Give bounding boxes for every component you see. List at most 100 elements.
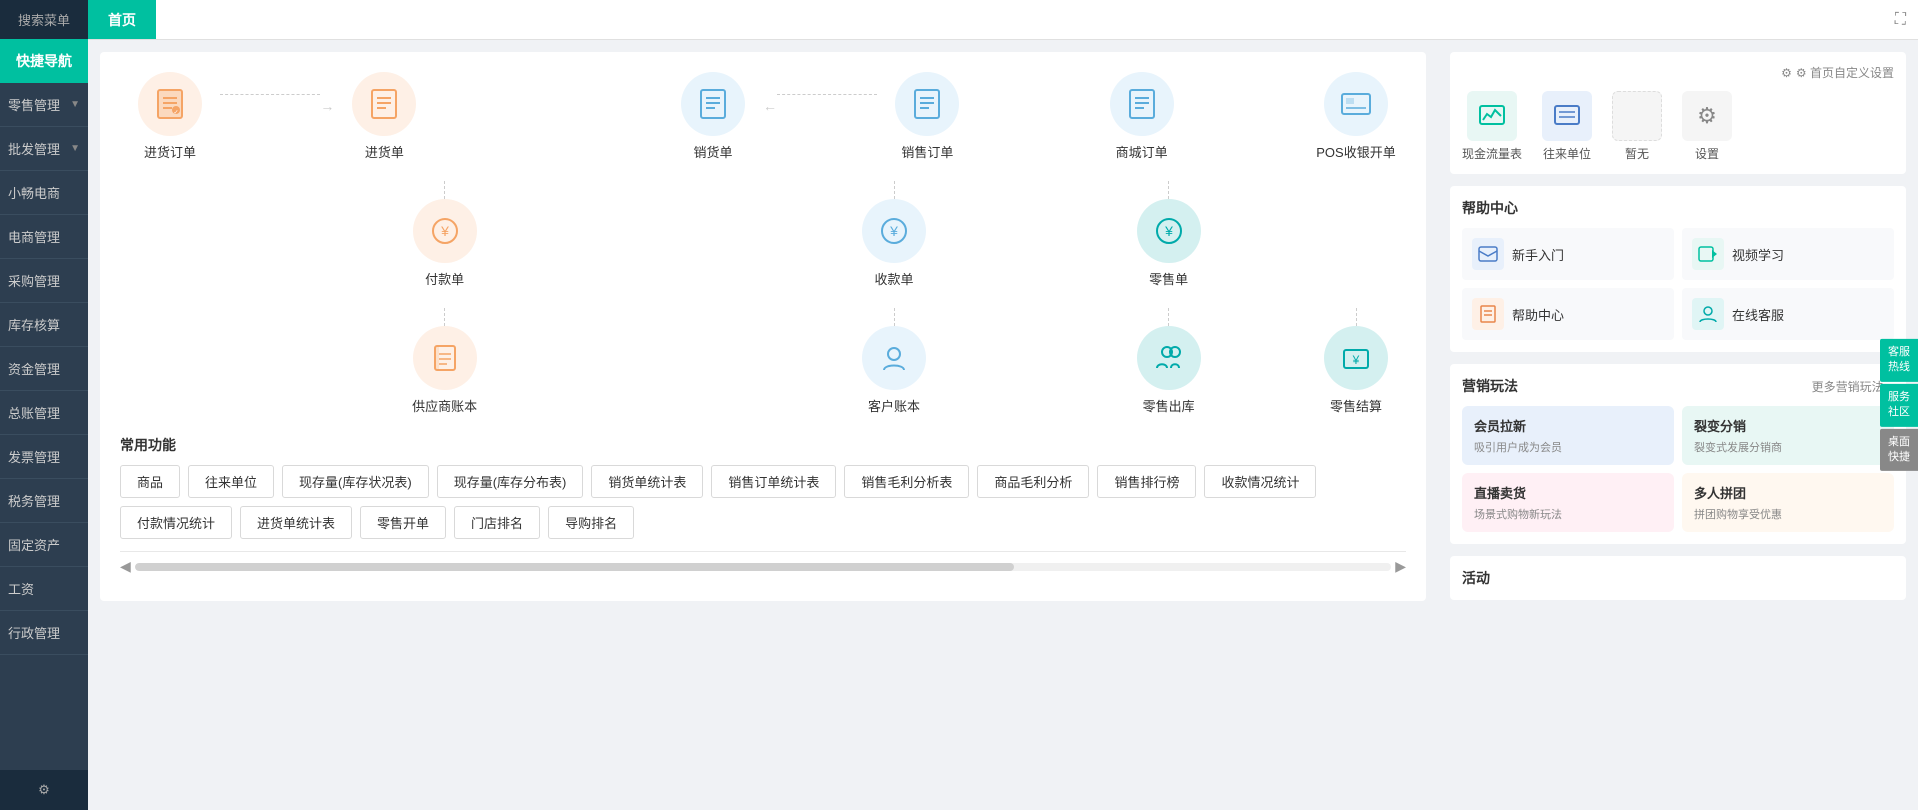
marketing-fission[interactable]: 裂变分销 裂变式发展分销商 [1682,406,1894,465]
btn-store-rank[interactable]: 门店排名 [454,506,540,539]
marketing-member-title: 会员拉新 [1474,416,1662,435]
btn-receipt-stat[interactable]: 收款情况统计 [1204,465,1316,498]
quick-icon-partner[interactable]: 往来单位 [1542,91,1592,162]
flow-node-purchase-order[interactable]: ✓ 进货订单 [120,72,220,161]
sidebar-nav[interactable]: 快捷导航 [0,39,88,83]
activity-card: 活动 [1450,556,1906,600]
marketing-fission-sub: 裂变式发展分销商 [1694,439,1882,455]
supplier-col: 供应商账本 [395,308,495,415]
content-area: ✓ 进货订单 → [88,40,1918,810]
flow-card: ✓ 进货订单 → [100,52,1426,601]
btn-sales-rank[interactable]: 销售排行榜 [1097,465,1196,498]
help-item-center[interactable]: 帮助中心 [1462,288,1674,340]
sidebar-item-retail[interactable]: 零售管理▼ [0,83,88,127]
float-btn-service[interactable]: 客服热线 [1880,339,1918,382]
btn-payment-stat[interactable]: 付款情况统计 [120,506,232,539]
topbar: 首页 ⛶ [88,0,1918,40]
main-panel: ✓ 进货订单 → [88,40,1438,810]
common-functions-title: 常用功能 [120,435,1406,455]
marketing-group-sub: 拼团购物享受优惠 [1694,506,1882,522]
marketing-group[interactable]: 多人拼团 拼团购物享受优惠 [1682,473,1894,532]
btn-purchase-stat[interactable]: 进货单统计表 [240,506,352,539]
sidebar-search[interactable]: 搜索菜单 [0,0,88,39]
flow-node-sales-order[interactable]: 销售订单 [877,72,977,161]
sidebar: 搜索菜单 快捷导航 零售管理▼ 批发管理▼ 小畅电商 电商管理 采购管理 库存核… [0,0,88,810]
btn-goods[interactable]: 商品 [120,465,180,498]
marketing-live[interactable]: 直播卖货 场景式购物新玩法 [1462,473,1674,532]
marketing-grid: 会员拉新 吸引用户成为会员 裂变分销 裂变式发展分销商 直播卖货 场景式购物新玩… [1462,406,1894,532]
scroll-right[interactable]: ▶ [1395,558,1406,575]
btn-partner[interactable]: 往来单位 [188,465,274,498]
retail-out-col: 零售出库 [1119,308,1219,415]
flow-node-purchase-bill[interactable]: 进货单 [334,72,434,161]
sidebar-item-xiaochangec[interactable]: 小畅电商 [0,171,88,215]
quick-icon-empty: 暂无 [1612,91,1662,162]
flow-node-payment[interactable]: ¥ 付款单 [395,199,495,288]
help-item-beginner[interactable]: 新手入门 [1462,228,1674,280]
flow-node-retail-out[interactable]: 零售出库 [1119,326,1219,415]
flow-row-2: ¥ 付款单 ¥ [120,181,1406,288]
cashflow-label: 现金流量表 [1462,145,1522,162]
common-functions-grid: 商品 往来单位 现存量(库存状况表) 现存量(库存分布表) 销货单统计表 销售订… [120,465,1406,539]
flow-node-mall-order[interactable]: 商城订单 [1092,72,1192,161]
quick-access-card: ⚙ ⚙ 首页自定义设置 现金流量表 往来单位 [1450,52,1906,174]
activity-title: 活动 [1462,568,1894,588]
tab-home[interactable]: 首页 [88,0,156,39]
help-center-label: 帮助中心 [1512,305,1564,324]
marketing-live-title: 直播卖货 [1474,483,1662,502]
homepage-settings-label[interactable]: ⚙ 首页自定义设置 [1796,64,1894,81]
quick-icon-cashflow[interactable]: 现金流量表 [1462,91,1522,162]
flow-node-receipt[interactable]: ¥ 收款单 [844,199,944,288]
btn-sales-stat[interactable]: 销货单统计表 [591,465,703,498]
btn-stock-status[interactable]: 现存量(库存状况表) [282,465,429,498]
marketing-header: 营销玩法 更多营销玩法 > [1462,376,1894,396]
sidebar-item-ecommerce[interactable]: 电商管理 [0,215,88,259]
customer-book-col: 客户账本 [844,308,944,415]
quick-access-header: ⚙ ⚙ 首页自定义设置 [1462,64,1894,81]
sidebar-settings[interactable]: ⚙ [0,770,88,810]
sidebar-item-invoice[interactable]: 发票管理 [0,435,88,479]
help-item-video[interactable]: 视频学习 [1682,228,1894,280]
sidebar-item-inventory[interactable]: 库存核算 [0,303,88,347]
help-center-title: 帮助中心 [1462,198,1894,218]
sidebar-item-finance[interactable]: 资金管理 [0,347,88,391]
flow-node-retail-settle[interactable]: ¥ 零售结算 [1306,326,1406,415]
btn-guide-rank[interactable]: 导购排名 [548,506,634,539]
flow-node-supplier-book[interactable]: 供应商账本 [395,326,495,415]
scroll-track[interactable] [135,563,1391,571]
sidebar-item-tax[interactable]: 税务管理 [0,479,88,523]
help-video-label: 视频学习 [1732,245,1784,264]
scroll-thumb [135,563,1015,571]
sidebar-item-wholesale[interactable]: 批发管理▼ [0,127,88,171]
float-btn-desktop[interactable]: 桌面快捷 [1880,428,1918,471]
scroll-left[interactable]: ◀ [120,558,131,575]
svg-text:¥: ¥ [889,223,898,239]
flow-node-retail-bill[interactable]: ¥ 零售单 [1119,199,1219,288]
marketing-title: 营销玩法 [1462,376,1518,396]
retail-settle-col: ¥ 零售结算 [1306,308,1406,415]
btn-sales-profit[interactable]: 销售毛利分析表 [844,465,969,498]
btn-goods-profit[interactable]: 商品毛利分析 [977,465,1089,498]
partner-label: 往来单位 [1543,145,1591,162]
sidebar-item-fixed-assets[interactable]: 固定资产 [0,523,88,567]
float-btn-community[interactable]: 服务社区 [1880,384,1918,427]
arrow-1: → [220,94,334,117]
fullscreen-icon[interactable]: ⛶ [1895,11,1906,29]
help-item-online[interactable]: 在线客服 [1682,288,1894,340]
flow-node-sales-bill[interactable]: 销货单 [663,72,763,161]
sidebar-item-salary[interactable]: 工资 [0,567,88,611]
scroll-bar: ◀ ▶ [120,551,1406,581]
sidebar-item-ledger[interactable]: 总账管理 [0,391,88,435]
flow-node-customer-book[interactable]: 客户账本 [844,326,944,415]
marketing-card: 营销玩法 更多营销玩法 > 会员拉新 吸引用户成为会员 裂变分销 裂变式发展分销… [1450,364,1906,544]
flow-node-pos[interactable]: POS收银开单 [1306,72,1406,161]
quick-icon-settings[interactable]: ⚙ 设置 [1682,91,1732,162]
btn-retail-open[interactable]: 零售开单 [360,506,446,539]
btn-stock-dist[interactable]: 现存量(库存分布表) [437,465,584,498]
sidebar-item-purchase[interactable]: 采购管理 [0,259,88,303]
sidebar-item-admin[interactable]: 行政管理 [0,611,88,655]
flow-diagram: ✓ 进货订单 → [120,72,1406,415]
arrow-2: ← [763,94,877,117]
marketing-member[interactable]: 会员拉新 吸引用户成为会员 [1462,406,1674,465]
btn-sales-order-stat[interactable]: 销售订单统计表 [711,465,836,498]
